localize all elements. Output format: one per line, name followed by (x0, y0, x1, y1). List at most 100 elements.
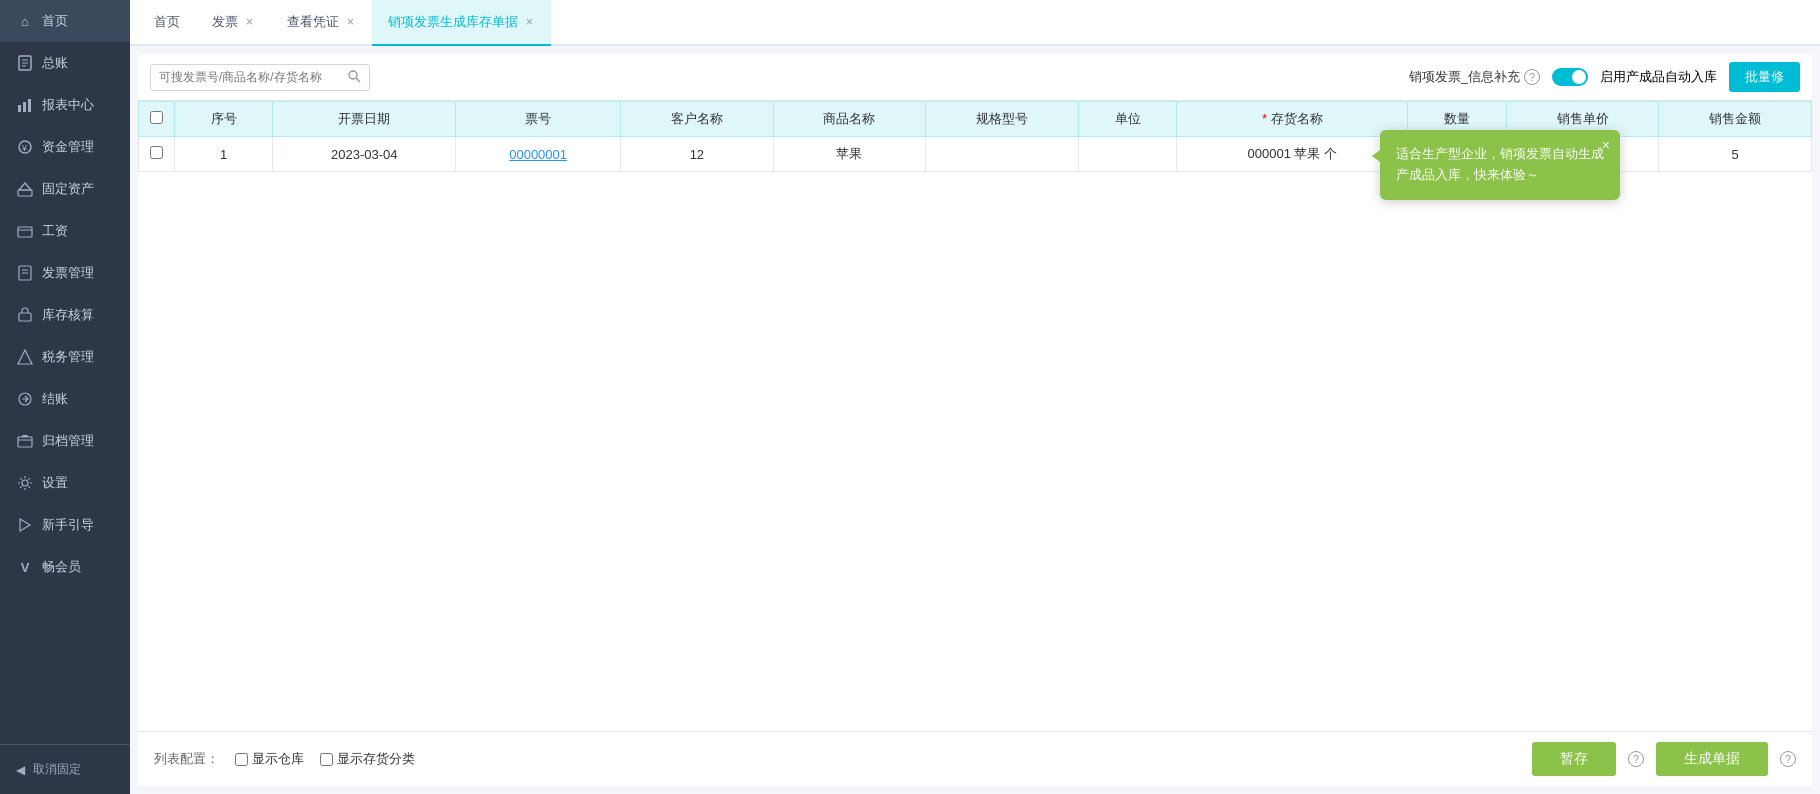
sidebar-item-invoice[interactable]: 发票管理 (0, 252, 130, 294)
closeaccount-icon (16, 390, 34, 408)
generate-help-icon[interactable]: ? (1780, 751, 1796, 767)
tooltip-close-button[interactable]: × (1602, 138, 1610, 152)
row-select-checkbox[interactable] (150, 146, 163, 159)
save-help-icon[interactable]: ? (1628, 751, 1644, 767)
select-all-checkbox[interactable] (150, 111, 163, 124)
show-category-checkbox[interactable] (320, 753, 333, 766)
sidebar-label-ledger: 总账 (42, 54, 68, 72)
row-checkbox (139, 137, 175, 172)
tab-voucher-close[interactable]: × (345, 15, 356, 29)
tab-voucher[interactable]: 查看凭证 × (271, 0, 372, 46)
svg-rect-21 (22, 435, 28, 437)
col-unit: 单位 (1078, 102, 1176, 137)
sidebar-label-asset: 固定资产 (42, 180, 94, 198)
svg-rect-11 (18, 227, 32, 237)
save-button[interactable]: 暂存 (1532, 742, 1616, 776)
sidebar-item-ledger[interactable]: 总账 (0, 42, 130, 84)
tab-bar: 首页 发票 × 查看凭证 × 销项发票生成库存单据 × (130, 0, 1820, 46)
svg-line-25 (356, 78, 360, 82)
tab-stock[interactable]: 销项发票生成库存单据 × (372, 0, 551, 46)
sidebar-item-fund[interactable]: ¥ 资金管理 (0, 126, 130, 168)
sidebar-item-wage[interactable]: 工资 (0, 210, 130, 252)
search-box[interactable] (150, 64, 370, 91)
pin-icon: ◀ (16, 763, 25, 777)
sidebar-label-report: 报表中心 (42, 96, 94, 114)
tab-invoice[interactable]: 发票 × (196, 0, 271, 46)
row-spec (926, 137, 1079, 172)
batch-button[interactable]: 批量修 (1729, 62, 1800, 92)
sidebar-item-report[interactable]: 报表中心 (0, 84, 130, 126)
col-checkbox (139, 102, 175, 137)
show-category-label[interactable]: 显示存货分类 (320, 750, 415, 768)
footer: 列表配置： 显示仓库 显示存货分类 暂存 ? 生成单据 ? (138, 731, 1812, 786)
sidebar-item-closeaccount[interactable]: 结账 (0, 378, 130, 420)
sidebar-bottom: ◀ 取消固定 (0, 744, 130, 794)
sidebar-item-member[interactable]: V 畅会员 (0, 546, 130, 588)
sidebar-label-tax: 税务管理 (42, 348, 94, 366)
toolbar: 销项发票_信息补充 ? 启用产成品自动入库 批量修 (138, 54, 1812, 101)
main-area: 首页 发票 × 查看凭证 × 销项发票生成库存单据 × 销项发 (130, 0, 1820, 794)
svg-marker-17 (18, 350, 32, 364)
sidebar-label-closeaccount: 结账 (42, 390, 68, 408)
settings-icon (16, 474, 34, 492)
svg-rect-4 (18, 105, 21, 112)
row-customer: 12 (621, 137, 774, 172)
col-stock: * 存货名称 (1177, 102, 1408, 137)
guide-icon (16, 516, 34, 534)
sidebar-item-home[interactable]: 首页 (0, 0, 130, 42)
tab-home-label: 首页 (154, 13, 180, 31)
sidebar-item-guide[interactable]: 新手引导 (0, 504, 130, 546)
col-customer: 客户名称 (621, 102, 774, 137)
sidebar-label-home: 首页 (42, 12, 68, 30)
svg-marker-23 (20, 519, 30, 531)
tooltip-text: 适合生产型企业，销项发票自动生成产成品入库，快来体验～ (1396, 146, 1604, 182)
ledger-icon (16, 54, 34, 72)
auto-stock-toggle[interactable] (1552, 68, 1588, 86)
show-warehouse-checkbox[interactable] (235, 753, 248, 766)
sidebar-item-archive[interactable]: 归档管理 (0, 420, 130, 462)
member-icon: V (16, 558, 34, 576)
svg-point-24 (349, 71, 357, 79)
col-seq: 序号 (175, 102, 273, 137)
fund-icon: ¥ (16, 138, 34, 156)
config-label: 列表配置： (154, 750, 219, 768)
col-product: 商品名称 (773, 102, 926, 137)
inventory-icon (16, 306, 34, 324)
info-help-icon[interactable]: ? (1524, 69, 1540, 85)
toolbar-right: 销项发票_信息补充 ? 启用产成品自动入库 批量修 (1409, 62, 1800, 92)
col-spec: 规格型号 (926, 102, 1079, 137)
wage-icon (16, 222, 34, 240)
tab-home[interactable]: 首页 (138, 0, 196, 46)
show-warehouse-label[interactable]: 显示仓库 (235, 750, 304, 768)
row-date: 2023-03-04 (273, 137, 456, 172)
row-seq: 1 (175, 137, 273, 172)
tooltip-popup: × 适合生产型企业，销项发票自动生成产成品入库，快来体验～ (1380, 130, 1620, 200)
tab-stock-close[interactable]: × (524, 15, 535, 29)
generate-button[interactable]: 生成单据 (1656, 742, 1768, 776)
pin-toggle[interactable]: ◀ 取消固定 (0, 753, 130, 786)
sidebar-item-inventory[interactable]: 库存核算 (0, 294, 130, 336)
sidebar-label-wage: 工资 (42, 222, 68, 240)
tab-stock-label: 销项发票生成库存单据 (388, 13, 518, 31)
sidebar-item-tax[interactable]: 税务管理 (0, 336, 130, 378)
svg-rect-6 (28, 99, 31, 112)
row-number[interactable]: 00000001 (456, 137, 621, 172)
home-icon (16, 12, 34, 30)
sidebar-label-fund: 资金管理 (42, 138, 94, 156)
sidebar: 首页 总账 报表中心 ¥ 资金管理 固定资产 工资 发票管理 (0, 0, 130, 794)
search-input[interactable] (159, 70, 343, 84)
tab-invoice-label: 发票 (212, 13, 238, 31)
sidebar-item-asset[interactable]: 固定资产 (0, 168, 130, 210)
invoice-icon (16, 264, 34, 282)
pin-label: 取消固定 (33, 761, 81, 778)
tab-invoice-close[interactable]: × (244, 15, 255, 29)
row-unit (1078, 137, 1176, 172)
sidebar-item-settings[interactable]: 设置 (0, 462, 130, 504)
search-icon (347, 69, 361, 86)
sidebar-label-settings: 设置 (42, 474, 68, 492)
toggle-label: 启用产成品自动入库 (1600, 68, 1717, 86)
tax-icon (16, 348, 34, 366)
tab-voucher-label: 查看凭证 (287, 13, 339, 31)
svg-rect-19 (18, 437, 32, 447)
report-icon (16, 96, 34, 114)
